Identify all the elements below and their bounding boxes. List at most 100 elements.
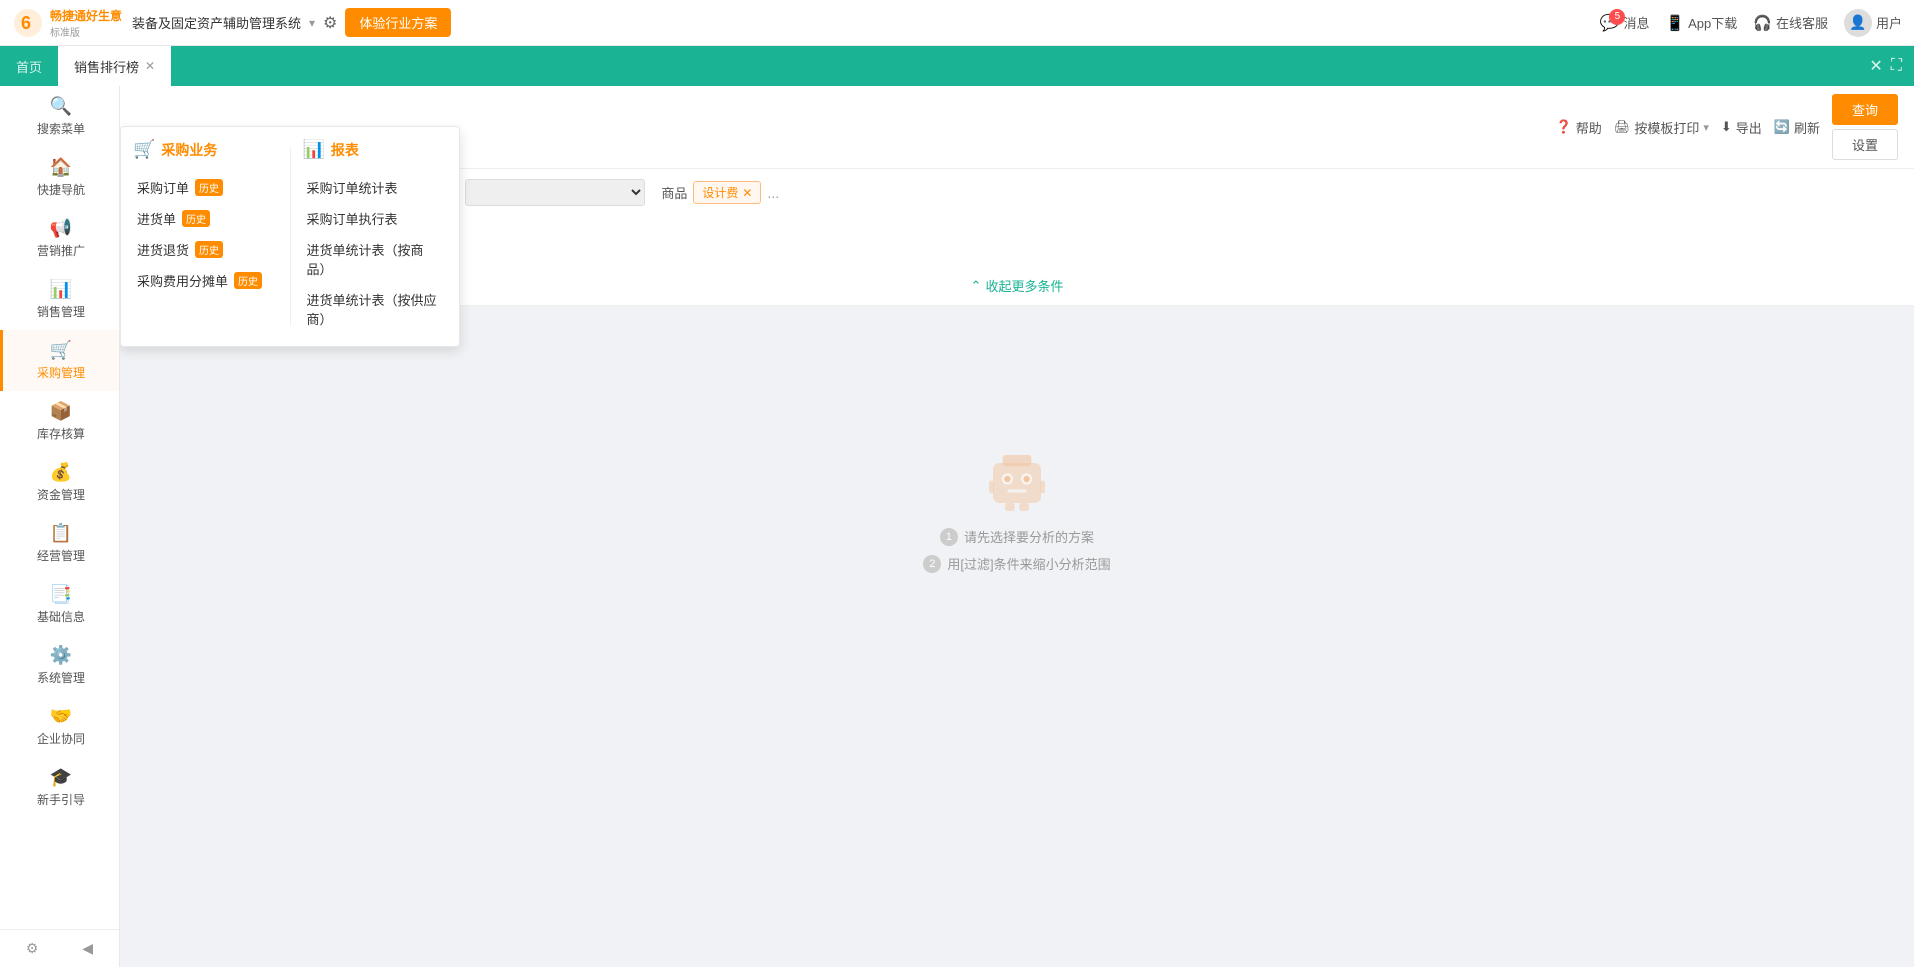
sidebar-item-basic[interactable]: 📑 基础信息 <box>0 574 119 635</box>
app-download-action[interactable]: 📱 App下载 <box>1665 13 1737 32</box>
tab-window-close-icon[interactable]: ✕ <box>1869 56 1882 76</box>
incoming-stat-supplier-label: 进货单统计表（按供应商） <box>307 290 444 328</box>
empty-state: 1 请先选择要分析的方案 2 用[过滤]条件来缩小分析范围 <box>120 306 1914 706</box>
system-title-dropdown[interactable]: ▾ <box>309 16 315 30</box>
export-icon: ⬇ <box>1721 119 1732 135</box>
export-action[interactable]: ⬇ 导出 <box>1721 118 1762 137</box>
user-action[interactable]: 👤 用户 <box>1844 9 1902 37</box>
industry-btn[interactable]: 体验行业方案 <box>345 8 451 37</box>
sidebar-item-guide[interactable]: 🎓 新手引导 <box>0 757 119 818</box>
sidebar-item-search-label: 搜索菜单 <box>37 120 85 137</box>
main-layout: 🔍 搜索菜单 🏠 快捷导航 📢 营销推广 📊 销售管理 🛒 采购管理 📦 库存核… <box>0 86 1914 967</box>
menu-item-purchase-order[interactable]: 采购订单 历史 <box>133 172 278 203</box>
message-action[interactable]: 💬 5 消息 <box>1600 13 1650 33</box>
sidebar-item-sales-label: 销售管理 <box>37 303 85 320</box>
sidebar-collapse-btn[interactable]: ◀ <box>82 940 93 957</box>
goods-tag-text: 设计费 <box>702 184 738 201</box>
content-main: 1 请先选择要分析的方案 2 用[过滤]条件来缩小分析范围 <box>120 306 1914 967</box>
app-download-label: App下载 <box>1688 13 1737 32</box>
inventory-icon: 📦 <box>50 401 72 422</box>
hist-badge-0[interactable]: 历史 <box>195 179 223 196</box>
logo-area: 6 畅捷通好生意 标准版 <box>12 7 132 39</box>
menu-item-order-exec[interactable]: 采购订单执行表 <box>303 203 448 234</box>
menu-item-incoming-stat-supplier[interactable]: 进货单统计表（按供应商） <box>303 284 448 334</box>
message-label: 消息 <box>1623 13 1649 32</box>
system-icon: ⚙️ <box>50 645 72 666</box>
set-btn[interactable]: 设置 <box>1832 129 1898 160</box>
hist-badge-2[interactable]: 历史 <box>195 241 223 258</box>
goods-ellipsis[interactable]: ... <box>767 185 779 201</box>
status-select[interactable] <box>465 179 645 206</box>
sidebar-item-nav[interactable]: 🏠 快捷导航 <box>0 147 119 208</box>
settings-icon[interactable]: ⚙ <box>323 13 337 33</box>
query-btn[interactable]: 查询 <box>1832 94 1898 125</box>
home-icon: 🏠 <box>50 157 72 178</box>
corp-icon: 🤝 <box>50 706 72 727</box>
menu-item-order-stat[interactable]: 采购订单统计表 <box>303 172 448 203</box>
sidebar-item-search[interactable]: 🔍 搜索菜单 <box>0 86 119 147</box>
tab-close-icon[interactable]: ✕ <box>145 59 155 73</box>
print-action[interactable]: 🖨 按模板打印 ▾ <box>1614 118 1709 137</box>
menu-item-incoming-stat-goods[interactable]: 进货单统计表（按商品） <box>303 234 448 284</box>
refresh-action[interactable]: 🔄 刷新 <box>1774 118 1820 137</box>
online-service-action[interactable]: 🎧 在线客服 <box>1753 13 1828 32</box>
filter-item-goods: 商品 设计费 ✕ ... <box>661 181 779 204</box>
sidebar-item-inventory[interactable]: 📦 库存核算 <box>0 391 119 452</box>
headset-icon: 🎧 <box>1753 14 1772 32</box>
sidebar-bottom: ⚙ ◀ <box>0 929 119 967</box>
export-label: 导出 <box>1736 118 1762 137</box>
finance-icon: 💰 <box>50 462 72 483</box>
hist-badge-1[interactable]: 历史 <box>182 210 210 227</box>
tab-sales-rank[interactable]: 销售排行榜 ✕ <box>58 46 171 86</box>
header-right: 💬 5 消息 📱 App下载 🎧 在线客服 👤 用户 <box>1600 9 1902 37</box>
marketing-icon: 📢 <box>50 218 72 239</box>
menu-item-incoming-return[interactable]: 进货退货 历史 <box>133 234 278 265</box>
tab-right-actions: ✕ ⛶ <box>1869 56 1914 76</box>
dropdown-col-purchase-header: 🛒 采购业务 <box>133 139 278 164</box>
incoming-return-label: 进货退货 <box>137 240 189 259</box>
goods-tag: 设计费 ✕ <box>693 181 761 204</box>
print-dropdown-icon[interactable]: ▾ <box>1703 121 1709 134</box>
sidebar-item-purchase[interactable]: 🛒 采购管理 <box>0 330 119 391</box>
sidebar-settings-btn[interactable]: ⚙ <box>26 940 39 957</box>
sidebar-item-sales[interactable]: 📊 销售管理 <box>0 269 119 330</box>
tab-bar: 首页 销售排行榜 ✕ ✕ ⛶ <box>0 46 1914 86</box>
help-action[interactable]: ❓ 帮助 <box>1556 118 1602 137</box>
sidebar-item-purchase-label: 采购管理 <box>37 364 85 381</box>
order-stat-label: 采购订单统计表 <box>307 178 398 197</box>
purchase-order-label: 采购订单 <box>137 178 189 197</box>
refresh-icon: 🔄 <box>1774 119 1790 135</box>
sidebar-item-marketing[interactable]: 📢 营销推广 <box>0 208 119 269</box>
menu-item-incoming[interactable]: 进货单 历史 <box>133 203 278 234</box>
report-icon: 📊 <box>303 139 325 160</box>
tab-maximize-icon[interactable]: ⛶ <box>1891 57 1902 75</box>
dropdown-col-report-header: 📊 报表 <box>303 139 448 164</box>
collapse-label: 收起更多条件 <box>985 276 1063 295</box>
goods-tag-close[interactable]: ✕ <box>742 186 752 200</box>
goods-label: 商品 <box>661 183 687 202</box>
sidebar-item-system[interactable]: ⚙️ 系统管理 <box>0 635 119 696</box>
refresh-label: 刷新 <box>1794 118 1820 137</box>
sidebar-item-basic-label: 基础信息 <box>37 608 85 625</box>
top-header: 6 畅捷通好生意 标准版 装备及固定资产辅助管理系统 ▾ ⚙ 体验行业方案 💬 … <box>0 0 1914 46</box>
guide-icon: 🎓 <box>50 767 72 788</box>
hist-badge-3[interactable]: 历史 <box>234 272 262 289</box>
sidebar-item-finance[interactable]: 💰 资金管理 <box>0 452 119 513</box>
incoming-stat-goods-label: 进货单统计表（按商品） <box>307 240 444 278</box>
tab-home-label: 首页 <box>16 57 42 76</box>
menu-item-purchase-expense[interactable]: 采购费用分摊单 历史 <box>133 265 278 296</box>
purchase-business-title: 采购业务 <box>161 140 217 160</box>
tab-home[interactable]: 首页 <box>0 46 58 86</box>
help-label: 帮助 <box>1576 118 1602 137</box>
sidebar-item-corp[interactable]: 🤝 企业协同 <box>0 696 119 757</box>
order-exec-label: 采购订单执行表 <box>307 209 398 228</box>
action-btn-col: 查询 设置 <box>1832 94 1898 160</box>
purchase-dropdown-menu: 🛒 采购业务 采购订单 历史 进货单 历史 进货退货 历史 <box>120 126 460 347</box>
sidebar-item-inventory-label: 库存核算 <box>37 425 85 442</box>
basic-icon: 📑 <box>50 584 72 605</box>
sidebar-item-ops-label: 经营管理 <box>37 547 85 564</box>
content-area: 🛒 采购业务 采购订单 历史 进货单 历史 进货退货 历史 <box>120 86 1914 967</box>
tab-sales-rank-label: 销售排行榜 <box>74 57 139 76</box>
sidebar-item-ops[interactable]: 📋 经营管理 <box>0 513 119 574</box>
avatar: 👤 <box>1844 9 1872 37</box>
